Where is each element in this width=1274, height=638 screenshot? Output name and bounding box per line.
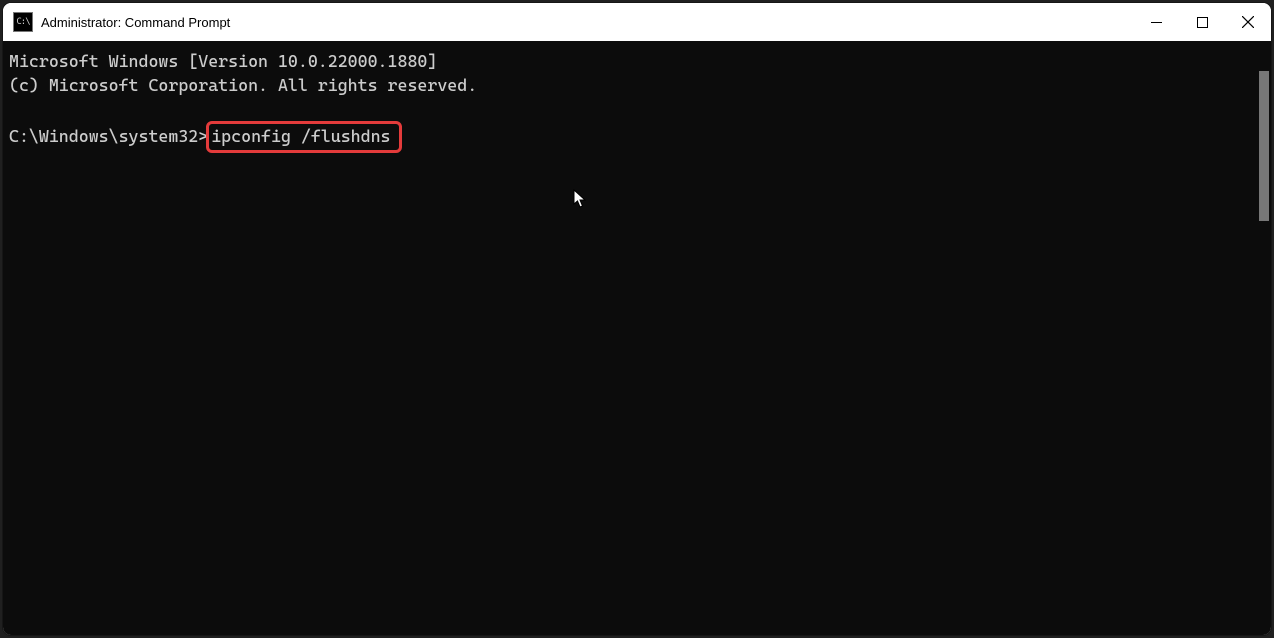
- maximize-icon: [1197, 17, 1208, 28]
- cmd-app-icon-text: C:\: [16, 18, 29, 27]
- vertical-scrollbar[interactable]: [1259, 47, 1269, 629]
- version-line: Microsoft Windows [Version 10.0.22000.18…: [9, 51, 437, 71]
- copyright-line: (c) Microsoft Corporation. All rights re…: [9, 75, 477, 95]
- cmd-app-icon: C:\: [13, 12, 33, 32]
- terminal-area[interactable]: Microsoft Windows [Version 10.0.22000.18…: [3, 41, 1271, 635]
- scrollbar-thumb[interactable]: [1259, 71, 1269, 221]
- window-title: Administrator: Command Prompt: [41, 15, 230, 30]
- minimize-button[interactable]: [1133, 3, 1179, 41]
- prompt-path: C:\Windows\system32>: [9, 126, 208, 146]
- close-button[interactable]: [1225, 3, 1271, 41]
- minimize-icon: [1151, 17, 1162, 28]
- maximize-button[interactable]: [1179, 3, 1225, 41]
- command-text: ipconfig /flushdns: [211, 126, 390, 146]
- highlighted-command: ipconfig /flushdns: [206, 121, 401, 153]
- terminal-output[interactable]: Microsoft Windows [Version 10.0.22000.18…: [3, 41, 1257, 635]
- command-prompt-window: C:\ Administrator: Command Prompt Micros…: [3, 3, 1271, 635]
- close-icon: [1242, 16, 1254, 28]
- titlebar[interactable]: C:\ Administrator: Command Prompt: [3, 3, 1271, 41]
